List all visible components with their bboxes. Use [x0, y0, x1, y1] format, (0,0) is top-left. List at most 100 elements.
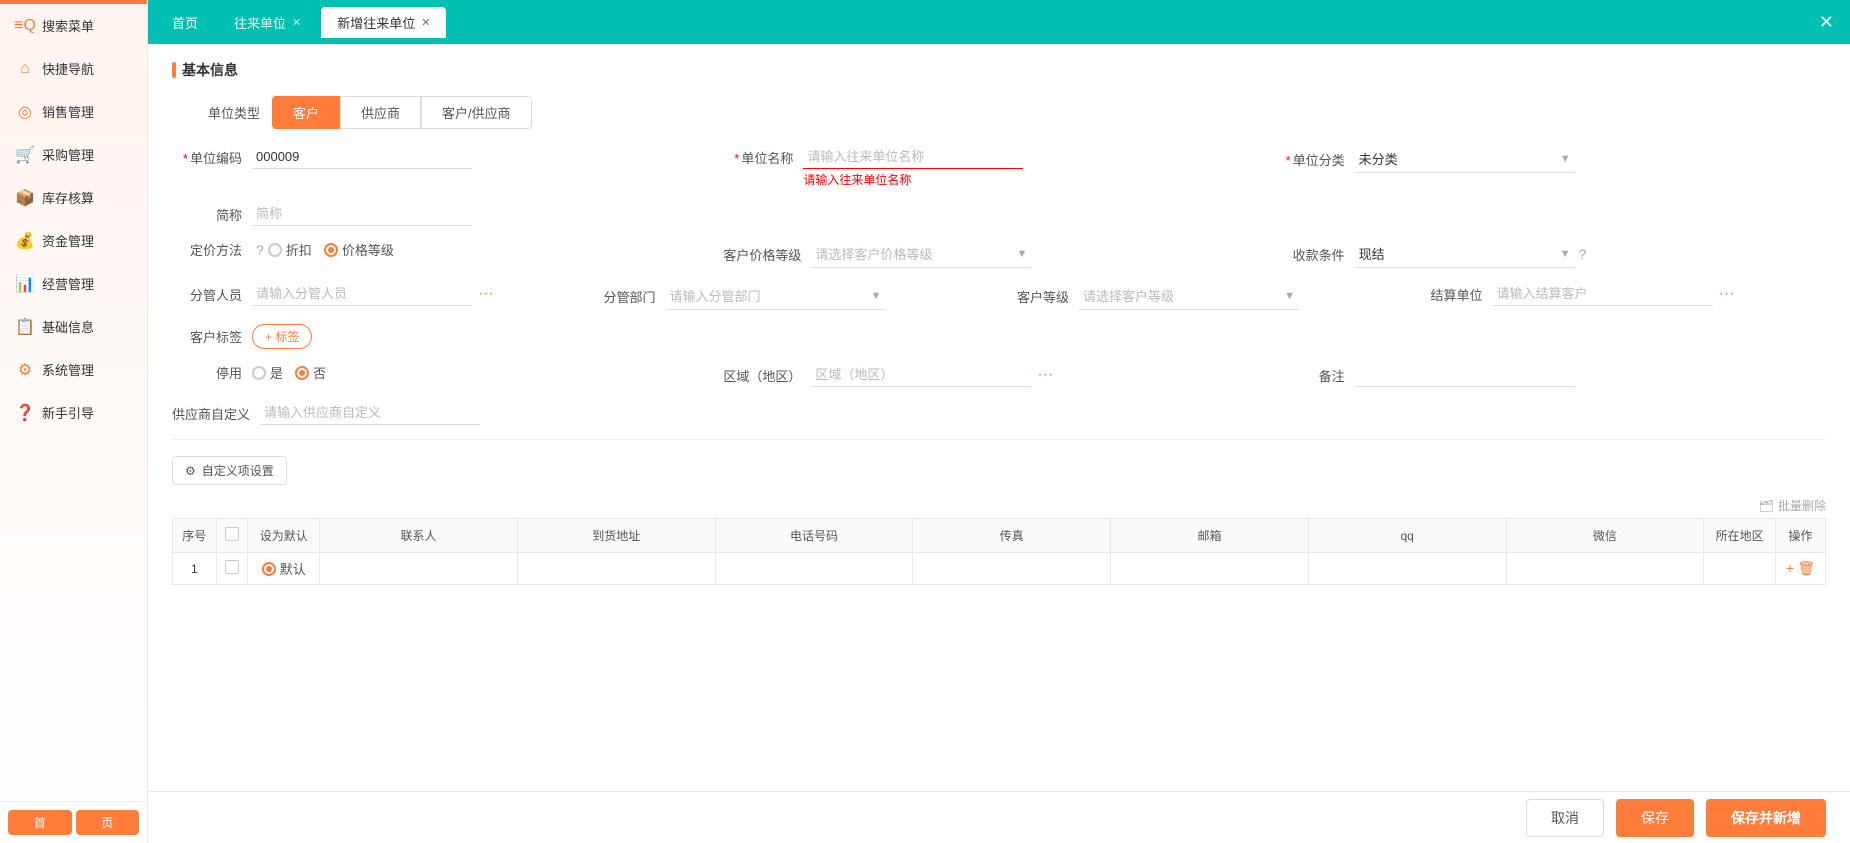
- footer: 取消 保存 保存并新增: [148, 791, 1850, 843]
- pricing-radio-level[interactable]: 价格等级: [324, 240, 394, 259]
- row-delete-button[interactable]: 🗑: [1797, 560, 1815, 577]
- save-new-button[interactable]: 保存并新增: [1706, 799, 1826, 837]
- unit-category-label: 单位分类: [1275, 150, 1355, 169]
- row-qq[interactable]: [1308, 553, 1506, 585]
- phone-input[interactable]: [722, 562, 907, 576]
- sidebar-item-label: 资金管理: [42, 231, 94, 250]
- sidebar-item-search-menu[interactable]: ≡Q 搜索菜单: [0, 4, 147, 47]
- tab-new-partner-close[interactable]: ✕: [421, 16, 430, 29]
- short-name-input[interactable]: [252, 202, 472, 226]
- row-fax[interactable]: [913, 553, 1111, 585]
- sidebar-btn-1[interactable]: 首: [8, 810, 72, 835]
- customer-price-level-select[interactable]: 请选择客户价格等级 ▼: [811, 240, 1031, 268]
- email-input[interactable]: [1117, 562, 1302, 576]
- tab-home[interactable]: 首页: [156, 7, 214, 38]
- col-region: 所在地区: [1704, 519, 1776, 553]
- unit-category-field: 单位分类 未分类 ▼: [1275, 145, 1826, 173]
- unit-code-field: 单位编码: [172, 145, 723, 169]
- sidebar-item-quick-nav[interactable]: ⌂ 快捷导航: [0, 47, 147, 90]
- row-address[interactable]: [517, 553, 715, 585]
- sidebar-item-operations[interactable]: 📊 经营管理: [0, 262, 147, 305]
- row-default-radio[interactable]: 默认: [254, 559, 313, 578]
- sidebar-item-system[interactable]: ⚙ 系统管理: [0, 348, 147, 391]
- supplier-custom-input[interactable]: [260, 401, 480, 425]
- customer-price-level-field: 客户价格等级 请选择客户价格等级 ▼: [723, 240, 1274, 268]
- sidebar-item-label: 基础信息: [42, 317, 94, 336]
- section-header: 基本信息: [172, 60, 1826, 80]
- type-btn-supplier[interactable]: 供应商: [340, 96, 421, 129]
- contact-input[interactable]: [326, 562, 511, 576]
- type-btn-customer[interactable]: 客户: [272, 96, 340, 129]
- settlement-unit-input[interactable]: [1493, 282, 1713, 306]
- purchase-icon: 🛒: [16, 146, 34, 164]
- row-checkbox-box[interactable]: [225, 560, 239, 574]
- tab-partner[interactable]: 往来单位 ✕: [218, 7, 317, 38]
- inventory-icon: 📦: [16, 189, 34, 207]
- unit-name-row: 单位名称: [723, 145, 1274, 169]
- tab-new-partner[interactable]: 新增往来单位 ✕: [321, 7, 446, 38]
- divider: [172, 439, 1826, 440]
- department-select[interactable]: 请输入分管部门 ▼: [666, 282, 886, 310]
- disabled-yes[interactable]: 是: [252, 363, 283, 382]
- unit-name-input[interactable]: [803, 145, 1023, 169]
- region-input[interactable]: [811, 363, 1031, 387]
- manager-more-btn[interactable]: ···: [472, 285, 500, 303]
- pricing-method-field: 定价方法 ? 折扣 价格等级: [172, 240, 723, 259]
- guide-icon: ❓: [16, 404, 34, 422]
- remark-input[interactable]: [1355, 363, 1575, 387]
- sidebar-item-guide[interactable]: ❓ 新手引导: [0, 391, 147, 434]
- sidebar-item-sales[interactable]: ◎ 销售管理: [0, 90, 147, 133]
- manager-input[interactable]: [252, 282, 472, 306]
- customer-level-arrow-icon: ▼: [1284, 290, 1295, 302]
- batch-delete-label: 批量删除: [1778, 497, 1826, 514]
- col-no: 序号: [173, 519, 217, 553]
- payment-terms-select[interactable]: 现结 ▼: [1355, 240, 1575, 268]
- disabled-yes-label: 是: [270, 363, 283, 382]
- disabled-radio-group: 是 否: [252, 363, 326, 382]
- payment-terms-help-icon[interactable]: ?: [1579, 246, 1587, 262]
- pricing-help-icon[interactable]: ?: [256, 242, 264, 258]
- region-more-btn[interactable]: ···: [1031, 366, 1059, 384]
- batch-delete-btn[interactable]: 🗂 批量删除: [1759, 497, 1826, 514]
- pricing-radio-discount[interactable]: 折扣: [268, 240, 312, 259]
- address-input[interactable]: [524, 562, 709, 576]
- row-contact[interactable]: [320, 553, 518, 585]
- disabled-no[interactable]: 否: [295, 363, 326, 382]
- radio-discount-label: 折扣: [286, 240, 312, 259]
- tab-partner-close[interactable]: ✕: [292, 16, 301, 29]
- qq-input[interactable]: [1315, 562, 1500, 576]
- sidebar-item-inventory[interactable]: 📦 库存核算: [0, 176, 147, 219]
- custom-settings-button[interactable]: ⚙ 自定义项设置: [172, 456, 287, 485]
- row-email[interactable]: [1111, 553, 1309, 585]
- sidebar-item-finance[interactable]: 💰 资金管理: [0, 219, 147, 262]
- add-tag-button[interactable]: + 标签: [252, 324, 312, 349]
- unit-code-label: 单位编码: [172, 148, 252, 167]
- search-menu-icon: ≡Q: [16, 17, 34, 35]
- unit-code-input[interactable]: [252, 145, 472, 169]
- customer-level-field: 客户等级 请选择客户等级 ▼: [999, 282, 1413, 310]
- table-header-row: 🗂 批量删除: [172, 497, 1826, 514]
- unit-type-row: 单位类型 客户 供应商 客户/供应商: [172, 96, 1826, 129]
- batch-delete-icon: 🗂: [1759, 499, 1774, 513]
- sidebar-btn-2[interactable]: 页: [76, 810, 140, 835]
- select-all-checkbox[interactable]: [225, 527, 239, 541]
- sidebar-item-basic-info[interactable]: 📋 基础信息: [0, 305, 147, 348]
- close-all-button[interactable]: ✕: [1811, 8, 1842, 37]
- wechat-input[interactable]: [1513, 562, 1698, 576]
- customer-level-select[interactable]: 请选择客户等级 ▼: [1079, 282, 1299, 310]
- type-btn-both[interactable]: 客户/供应商: [421, 96, 532, 129]
- cancel-button[interactable]: 取消: [1526, 799, 1604, 837]
- unit-category-select[interactable]: 未分类 ▼: [1355, 145, 1575, 173]
- pricing-radio-group: 折扣 价格等级: [268, 240, 394, 259]
- row-action: + 🗑: [1776, 553, 1826, 585]
- sidebar-item-purchase[interactable]: 🛒 采购管理: [0, 133, 147, 176]
- row-add-button[interactable]: +: [1786, 560, 1794, 576]
- col-checkbox: [216, 519, 248, 553]
- fax-input[interactable]: [919, 562, 1104, 576]
- row-wechat[interactable]: [1506, 553, 1704, 585]
- col-fax: 传真: [913, 519, 1111, 553]
- payment-terms-field: 收款条件 现结 ▼ ?: [1275, 240, 1826, 268]
- save-button[interactable]: 保存: [1616, 799, 1694, 837]
- row-phone[interactable]: [715, 553, 913, 585]
- settlement-unit-more-btn[interactable]: ···: [1713, 285, 1741, 303]
